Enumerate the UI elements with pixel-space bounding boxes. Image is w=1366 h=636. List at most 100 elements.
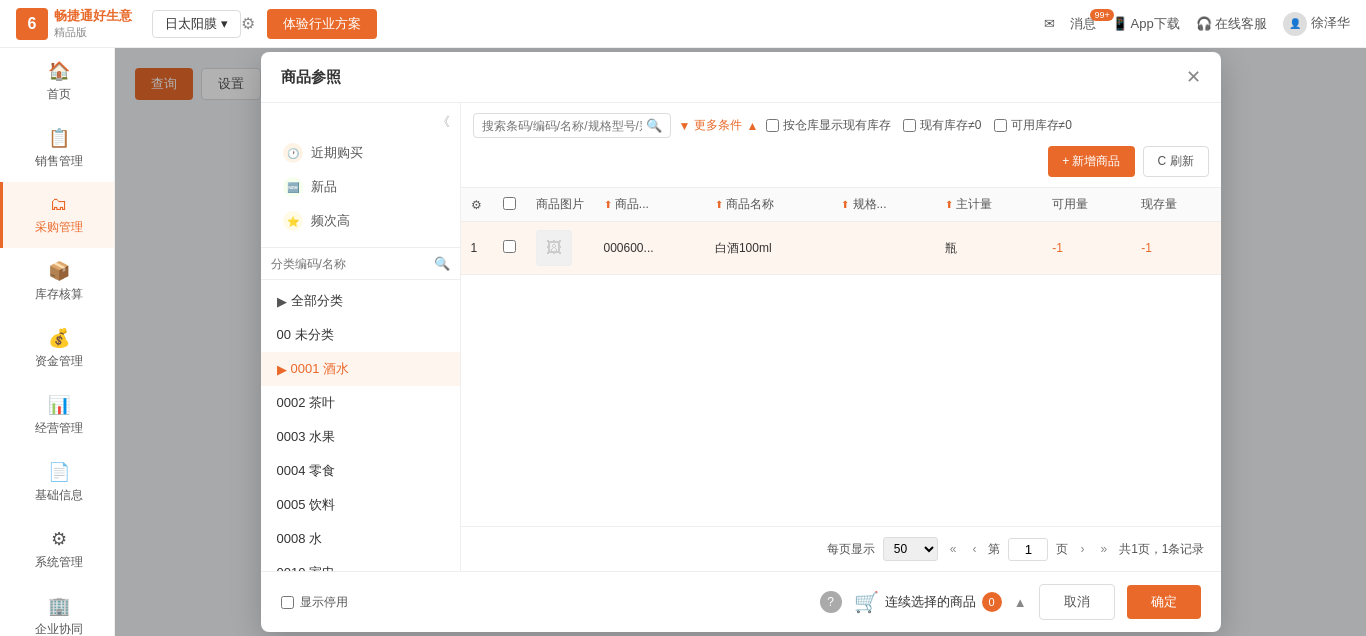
show-disabled-checkbox[interactable]: 显示停用 [281,594,348,611]
checkbox-by-warehouse-input[interactable] [766,119,779,132]
more-filters-btn[interactable]: ▼ 更多条件 ▲ [679,117,759,134]
per-page-select[interactable]: 50 20 100 [883,537,938,561]
topbar-right: ✉ 99+ 消息 📱 App下载 🎧 在线客服 👤 徐泽华 [1044,12,1350,36]
modal-footer: 显示停用 ? 🛒 连续选择的商品 0 ▲ 取消 确定 [261,571,1221,632]
cancel-button[interactable]: 取消 [1039,584,1115,620]
chevron-down-icon: ▾ [221,16,228,31]
category-search-input[interactable] [271,257,428,271]
next-page-btn[interactable]: › [1076,540,1088,558]
category-item-0005[interactable]: 0005 饮料 [261,488,460,522]
category-item-00[interactable]: 00 未分类 [261,318,460,352]
message-icon: ✉ [1044,16,1055,31]
collapse-footer-btn[interactable]: ▲ [1014,595,1027,610]
quick-link-frequent-label: 频次高 [311,212,350,230]
checkbox-available-stock[interactable]: 可用库存≠0 [994,117,1072,134]
online-service[interactable]: 🎧 在线客服 [1196,15,1268,33]
category-item-0008[interactable]: 0008 水 [261,522,460,556]
category-item-0003[interactable]: 0003 水果 [261,420,460,454]
last-page-btn[interactable]: » [1096,540,1111,558]
modal-body: 《 🕐 近期购买 🆕 新品 [261,103,1221,571]
sidebar-item-system[interactable]: ⚙ 系统管理 [0,516,114,583]
settings-icon[interactable]: ⚙ [241,14,255,33]
col-available: 可用量 [1042,188,1131,222]
sidebar-item-purchase[interactable]: 🗂 采购管理 [0,182,114,248]
sidebar-item-sales[interactable]: 📋 销售管理 [0,115,114,182]
category-item-0001[interactable]: ▶ 0001 酒水 [261,352,460,386]
sort-icon-unit: ⬆ [945,199,953,210]
sidebar-label-purchase: 采购管理 [35,219,83,236]
row-check[interactable] [493,222,526,275]
quick-link-recent[interactable]: 🕐 近期购买 [271,137,450,169]
system-icon: ⚙ [51,528,67,550]
checkbox-by-warehouse[interactable]: 按仓库显示现有库存 [766,117,891,134]
cart-area[interactable]: 🛒 连续选择的商品 0 [854,590,1002,614]
checkbox-available-stock-input[interactable] [994,119,1007,132]
store-selector[interactable]: 日太阳膜 ▾ [152,10,241,38]
home-icon: 🏠 [48,60,70,82]
product-search-input[interactable] [482,119,642,133]
search-icon[interactable]: 🔍 [646,118,662,133]
category-item-0002[interactable]: 0002 茶叶 [261,386,460,420]
footer-right: ? 🛒 连续选择的商品 0 ▲ 取消 确定 [820,584,1201,620]
quick-link-new[interactable]: 🆕 新品 [271,171,450,203]
app-download[interactable]: 📱 App下载 [1112,15,1180,33]
modal-overlay: 商品参照 ✕ 《 🕐 [115,48,1366,636]
quick-link-new-label: 新品 [311,178,337,196]
purchase-icon: 🗂 [50,194,68,215]
sidebar-item-operations[interactable]: 📊 经营管理 [0,382,114,449]
pagination: 每页显示 50 20 100 « ‹ 第 页 › [461,526,1221,571]
expand-arrow-0001: ▶ [277,362,287,377]
col-spec[interactable]: ⬆ 规格... [831,188,935,222]
checkbox-current-stock-input[interactable] [903,119,916,132]
confirm-button[interactable]: 确定 [1127,585,1201,619]
category-item-all[interactable]: ▶ 全部分类 [261,284,460,318]
quick-links-list: 🕐 近期购买 🆕 新品 ⭐ 频次高 [271,137,450,237]
star-icon: ⭐ [283,211,303,231]
product-reference-modal: 商品参照 ✕ 《 🕐 [261,52,1221,632]
col-product-name[interactable]: ⬆ 商品名称 [705,188,831,222]
cart-count: 0 [982,592,1002,612]
action-buttons: + 新增商品 C 刷新 [1048,146,1208,177]
settings-col-icon[interactable]: ⚙ [471,198,482,212]
sidebar-item-finance[interactable]: 💰 资金管理 [0,315,114,382]
checkbox-current-stock[interactable]: 现有库存≠0 [903,117,981,134]
table-toolbar: 🔍 ▼ 更多条件 ▲ 按仓库显示现有库存 [461,103,1221,188]
help-icon[interactable]: ? [820,591,842,613]
messages-area[interactable]: ✉ 99+ 消息 [1044,15,1095,33]
category-list: ▶ 全部分类 00 未分类 ▶ 0001 酒水 0002 茶 [261,280,460,571]
category-search-area: 🔍 [261,248,460,280]
first-page-btn[interactable]: « [946,540,961,558]
category-item-0004[interactable]: 0004 零食 [261,454,460,488]
add-product-button[interactable]: + 新增商品 [1048,146,1134,177]
trial-button[interactable]: 体验行业方案 [267,9,377,39]
refresh-button[interactable]: C 刷新 [1143,146,1209,177]
recent-icon: 🕐 [283,143,303,163]
category-item-0010[interactable]: 0010 家电 [261,556,460,571]
row-code: 000600... [594,222,705,275]
select-all-checkbox[interactable] [503,197,516,210]
category-search-icon[interactable]: 🔍 [434,256,450,271]
col-unit[interactable]: ⬆ 主计量 [935,188,1042,222]
page-input[interactable] [1008,538,1048,561]
logo-text: 畅捷通好生意 精品版 [54,7,132,40]
user-area[interactable]: 👤 徐泽华 [1283,12,1350,36]
inventory-icon: 📦 [48,260,70,282]
sidebar-item-inventory[interactable]: 📦 库存核算 [0,248,114,315]
operations-icon: 📊 [48,394,70,416]
sidebar-item-enterprise[interactable]: 🏢 企业协同 [0,583,114,636]
quick-links-area: 《 🕐 近期购买 🆕 新品 [261,103,460,248]
prev-page-btn[interactable]: ‹ [968,540,980,558]
sidebar-item-basic[interactable]: 📄 基础信息 [0,449,114,516]
collapse-left-panel-btn[interactable]: 《 [437,113,450,131]
row-checkbox[interactable] [503,240,516,253]
show-disabled-input[interactable] [281,596,294,609]
sidebar-item-home[interactable]: 🏠 首页 [0,48,114,115]
col-product-code[interactable]: ⬆ 商品... [594,188,705,222]
row-spec [831,222,935,275]
modal-close-button[interactable]: ✕ [1186,66,1201,88]
right-panel: 🔍 ▼ 更多条件 ▲ 按仓库显示现有库存 [461,103,1221,571]
product-search-box[interactable]: 🔍 [473,113,671,138]
content-area: 查询 设置 刷新 商品参照 ✕ [115,48,1366,636]
quick-link-frequent[interactable]: ⭐ 频次高 [271,205,450,237]
table-row[interactable]: 1 🖼 [461,222,1221,275]
